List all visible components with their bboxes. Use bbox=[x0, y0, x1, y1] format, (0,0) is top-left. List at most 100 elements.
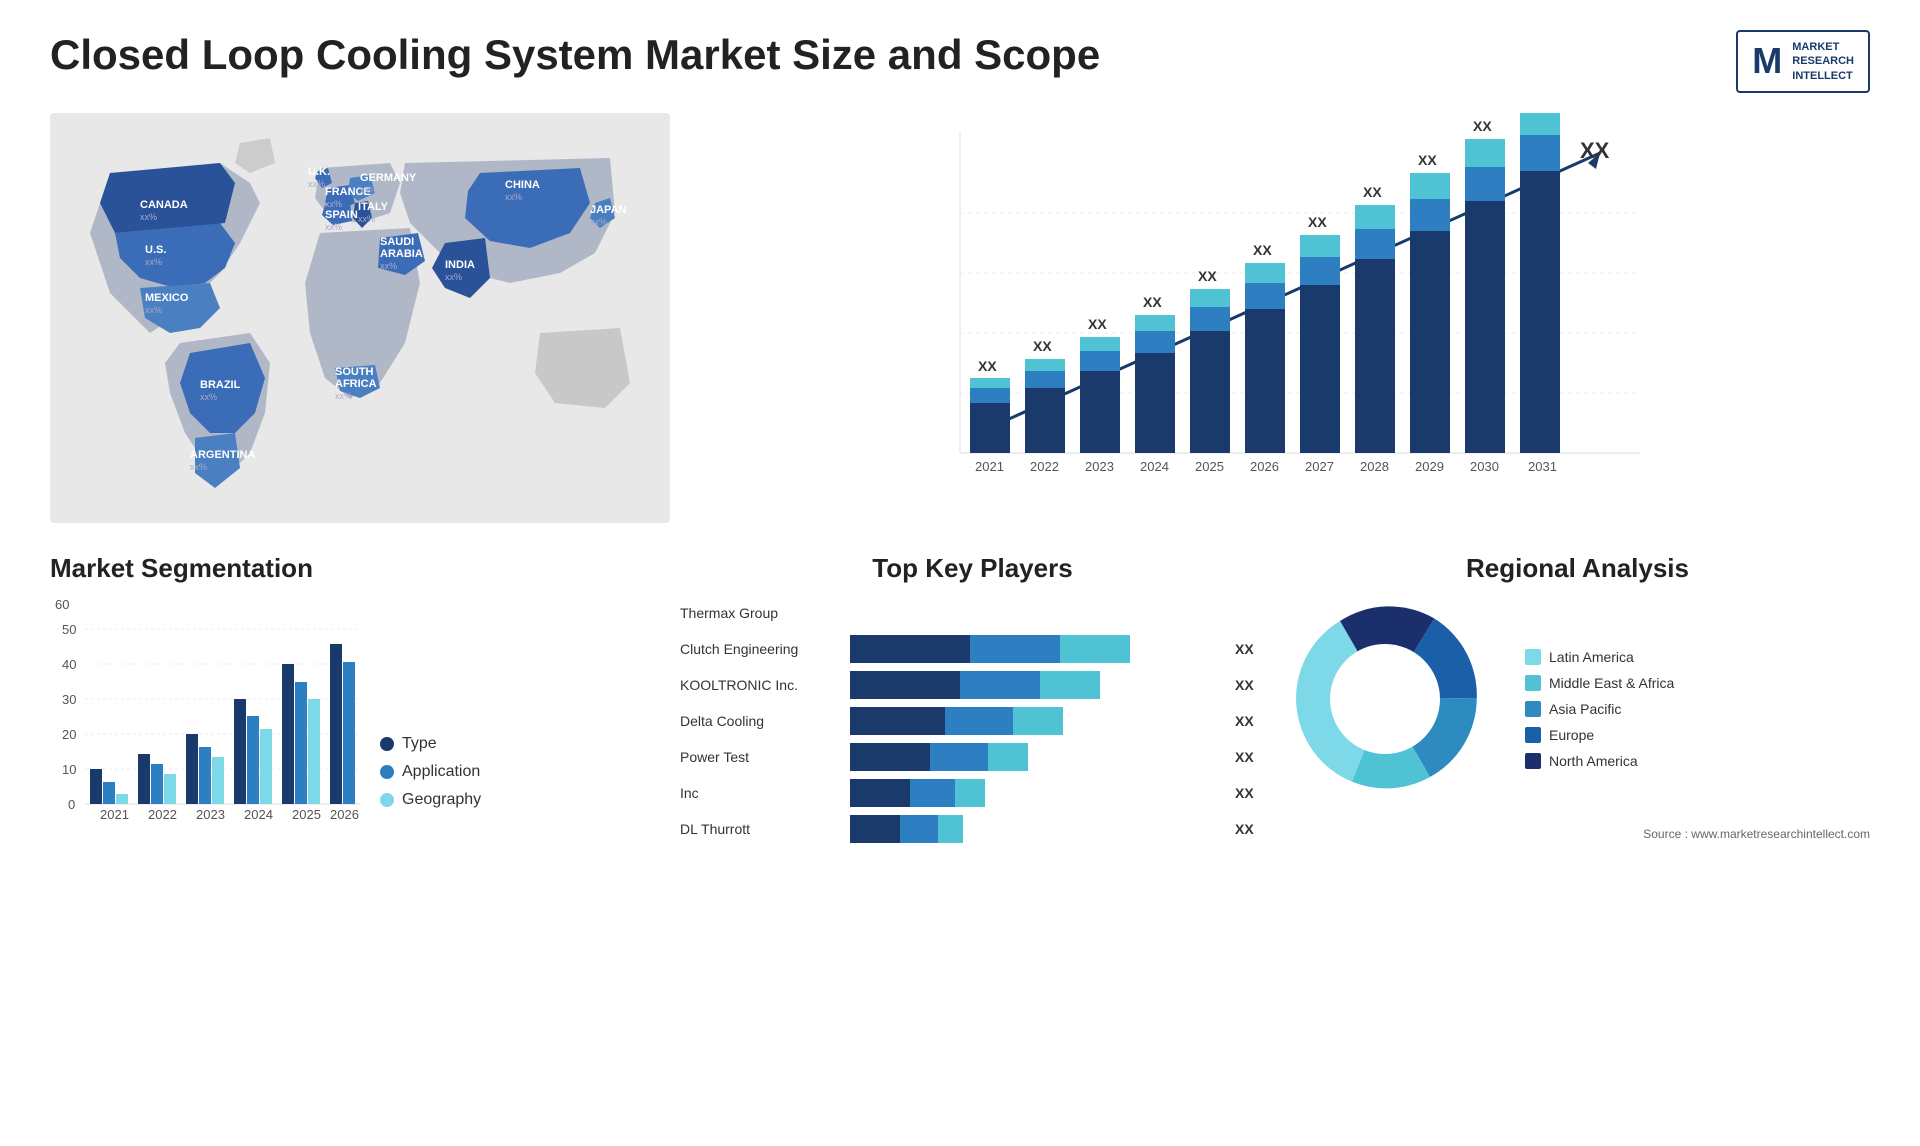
svg-text:2024: 2024 bbox=[1140, 459, 1169, 474]
player-inc: Inc XX bbox=[680, 779, 1265, 807]
svg-text:XX: XX bbox=[1308, 214, 1327, 230]
svg-text:XX: XX bbox=[1363, 184, 1382, 200]
svg-text:XX: XX bbox=[1088, 316, 1107, 332]
regional-title: Regional Analysis bbox=[1285, 553, 1870, 584]
argentina-label: ARGENTINA bbox=[190, 449, 255, 461]
svg-text:2027: 2027 bbox=[1305, 459, 1334, 474]
segmentation-legend: Type Application Geography bbox=[380, 735, 481, 829]
key-players-title: Top Key Players bbox=[680, 553, 1265, 584]
svg-text:2024: 2024 bbox=[244, 807, 273, 822]
regional-legend: Latin America Middle East & Africa Asia … bbox=[1525, 649, 1674, 769]
svg-text:xx%: xx% bbox=[145, 305, 162, 315]
logo-text: MARKET RESEARCH INTELLECT bbox=[1792, 40, 1854, 83]
svg-text:2030: 2030 bbox=[1470, 459, 1499, 474]
logo-letter: M bbox=[1752, 40, 1782, 82]
player-powertest: Power Test XX bbox=[680, 743, 1265, 771]
svg-text:2031: 2031 bbox=[1528, 459, 1557, 474]
application-color bbox=[380, 765, 394, 779]
svg-text:xx%: xx% bbox=[325, 199, 342, 209]
donut-svg bbox=[1285, 599, 1485, 799]
svg-text:xx%: xx% bbox=[145, 257, 162, 267]
market-segmentation-section: Market Segmentation 0 10 20 30 40 50 60 bbox=[50, 543, 670, 1109]
svg-text:AFRICA: AFRICA bbox=[335, 378, 377, 390]
svg-text:2021: 2021 bbox=[975, 459, 1004, 474]
type-color bbox=[380, 737, 394, 751]
svg-text:XX: XX bbox=[1198, 268, 1217, 284]
legend-type: Type bbox=[380, 735, 481, 753]
legend-latin-america: Latin America bbox=[1525, 649, 1674, 665]
svg-text:40: 40 bbox=[62, 657, 76, 672]
svg-text:xx%: xx% bbox=[360, 185, 377, 195]
svg-text:2025: 2025 bbox=[1195, 459, 1224, 474]
svg-text:xx%: xx% bbox=[590, 217, 607, 227]
legend-north-america: North America bbox=[1525, 753, 1674, 769]
spain-label: SPAIN bbox=[325, 209, 358, 221]
players-list: Thermax Group Clutch Engineering XX bbox=[680, 599, 1265, 843]
segmentation-chart-svg: 0 10 20 30 40 50 60 bbox=[50, 599, 370, 829]
svg-text:xx%: xx% bbox=[325, 222, 342, 232]
player-dlthurrott: DL Thurrott XX bbox=[680, 815, 1265, 843]
svg-text:xx%: xx% bbox=[200, 392, 217, 402]
uk-label: U.K. bbox=[308, 166, 330, 178]
saudi-label: SAUDI bbox=[380, 236, 414, 248]
segmentation-title: Market Segmentation bbox=[50, 553, 670, 584]
svg-text:0: 0 bbox=[68, 797, 75, 812]
player-thermax: Thermax Group bbox=[680, 599, 1265, 627]
svg-text:10: 10 bbox=[62, 762, 76, 777]
us-label: U.S. bbox=[145, 244, 166, 256]
legend-asia-pacific: Asia Pacific bbox=[1525, 701, 1674, 717]
svg-text:xx%: xx% bbox=[308, 179, 325, 189]
svg-text:2022: 2022 bbox=[1030, 459, 1059, 474]
germany-label: GERMANY bbox=[360, 172, 417, 184]
svg-text:XX: XX bbox=[978, 358, 997, 374]
world-map-section: CANADA xx% U.S. xx% MEXICO xx% BRAZIL xx… bbox=[50, 113, 670, 533]
svg-text:2023: 2023 bbox=[196, 807, 225, 822]
legend-application: Application bbox=[380, 763, 481, 781]
brazil-label: BRAZIL bbox=[200, 379, 241, 391]
svg-text:60: 60 bbox=[55, 599, 69, 612]
world-map-svg: CANADA xx% U.S. xx% MEXICO xx% BRAZIL xx… bbox=[50, 113, 670, 523]
svg-text:xx%: xx% bbox=[505, 192, 522, 202]
svg-text:XX: XX bbox=[1253, 242, 1272, 258]
svg-text:XX: XX bbox=[1580, 138, 1610, 163]
svg-text:XX: XX bbox=[1418, 152, 1437, 168]
source-citation: Source : www.marketresearchintellect.com bbox=[1285, 827, 1870, 841]
regional-analysis-section: Regional Analysis bbox=[1285, 553, 1870, 1109]
svg-text:xx%: xx% bbox=[190, 462, 207, 472]
svg-text:30: 30 bbox=[62, 692, 76, 707]
page-title: Closed Loop Cooling System Market Size a… bbox=[50, 30, 1100, 80]
player-delta: Delta Cooling XX bbox=[680, 707, 1265, 735]
svg-text:2026: 2026 bbox=[1250, 459, 1279, 474]
canada-label: CANADA bbox=[140, 199, 188, 211]
svg-text:xx%: xx% bbox=[380, 261, 397, 271]
china-label: CHINA bbox=[505, 179, 540, 191]
legend-middle-east: Middle East & Africa bbox=[1525, 675, 1674, 691]
logo: M MARKET RESEARCH INTELLECT bbox=[1736, 30, 1870, 93]
svg-text:2022: 2022 bbox=[148, 807, 177, 822]
player-kooltronic: KOOLTRONIC Inc. XX bbox=[680, 671, 1265, 699]
svg-text:2029: 2029 bbox=[1415, 459, 1444, 474]
svg-text:XX: XX bbox=[1143, 294, 1162, 310]
donut-chart bbox=[1285, 599, 1505, 819]
geography-color bbox=[380, 793, 394, 807]
svg-text:XX: XX bbox=[1033, 338, 1052, 354]
svg-text:xx%: xx% bbox=[140, 212, 157, 222]
svg-text:ARABIA: ARABIA bbox=[380, 248, 423, 260]
svg-text:2025: 2025 bbox=[292, 807, 321, 822]
growth-chart-svg: XX 2021 XX 2022 XX 2023 XX 2024 bbox=[700, 113, 1850, 513]
mexico-label: MEXICO bbox=[145, 292, 189, 304]
player-clutch: Clutch Engineering XX bbox=[680, 635, 1265, 663]
india-label: INDIA bbox=[445, 259, 475, 271]
southafrica-label: SOUTH bbox=[335, 366, 374, 378]
italy-label: ITALY bbox=[358, 201, 389, 213]
key-players-section: Top Key Players Thermax Group Clutch Eng… bbox=[680, 553, 1265, 1109]
svg-text:20: 20 bbox=[62, 727, 76, 742]
japan-label: JAPAN bbox=[590, 204, 627, 216]
legend-geography: Geography bbox=[380, 791, 481, 809]
svg-text:2021: 2021 bbox=[100, 807, 129, 822]
page-header: Closed Loop Cooling System Market Size a… bbox=[50, 30, 1870, 93]
regional-content: Latin America Middle East & Africa Asia … bbox=[1285, 599, 1870, 819]
svg-text:xx%: xx% bbox=[445, 272, 462, 282]
svg-text:xx%: xx% bbox=[358, 214, 375, 224]
svg-text:2028: 2028 bbox=[1360, 459, 1389, 474]
